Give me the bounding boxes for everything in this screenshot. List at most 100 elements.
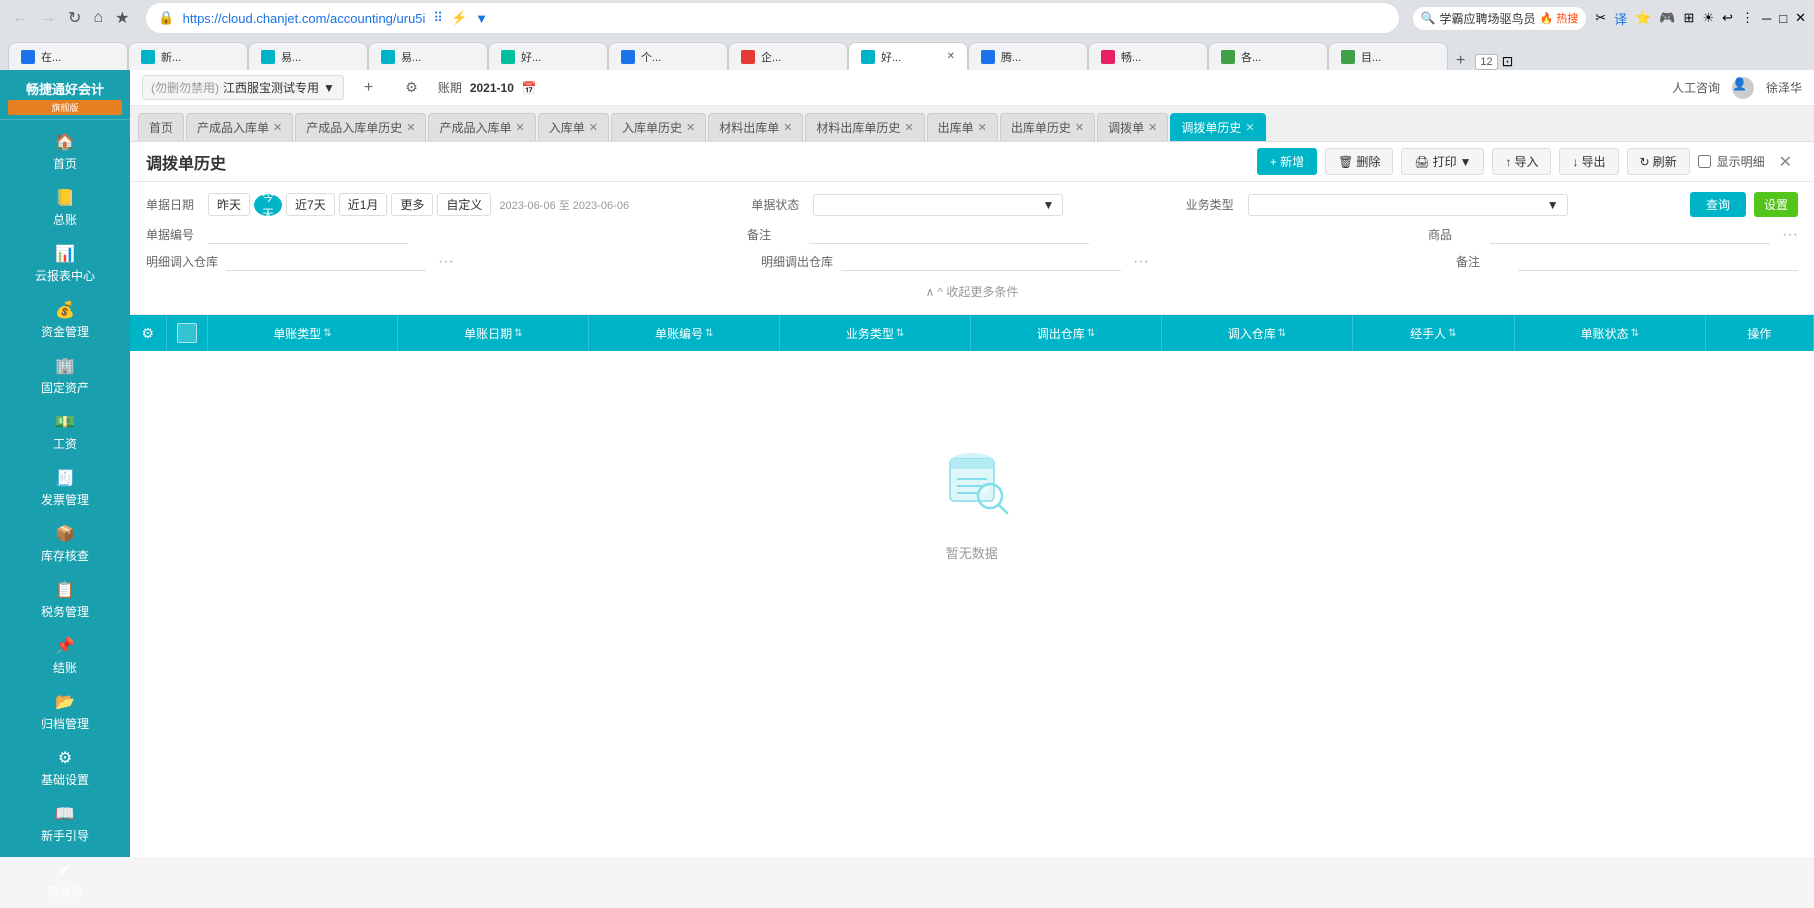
sidebar-item-ledger[interactable]: 📒 总账: [0, 180, 130, 236]
page-tab-in[interactable]: 入库单 ✕: [538, 113, 609, 141]
from-warehouse-more-btn[interactable]: ···: [438, 253, 454, 271]
sidebar-item-member[interactable]: ✔ 畅会员: [0, 852, 130, 908]
doc-num-input[interactable]: [208, 225, 408, 244]
maximize-button[interactable]: □: [1779, 11, 1787, 26]
table-th-doc-status[interactable]: 单账状态 ⇅: [1514, 315, 1705, 351]
sidebar-item-archive[interactable]: 📂 归档管理: [0, 684, 130, 740]
sidebar-item-funds[interactable]: 💰 资金管理: [0, 292, 130, 348]
page-tab-out-hist[interactable]: 出库单历史 ✕: [1000, 113, 1095, 141]
display-cols-checkbox[interactable]: [1698, 155, 1711, 168]
table-th-doc-num[interactable]: 单账编号 ⇅: [589, 315, 780, 351]
yesterday-btn[interactable]: 昨天: [208, 193, 250, 216]
goods-input[interactable]: [1490, 225, 1770, 244]
topbar-settings-button[interactable]: ⚙: [393, 75, 430, 100]
page-tab-mat-out-close[interactable]: ✕: [783, 121, 792, 134]
biz-type-select[interactable]: ▼: [1248, 194, 1568, 216]
browser-tab-11[interactable]: 各...: [1208, 42, 1328, 70]
page-tab-product-in-close[interactable]: ✕: [273, 121, 282, 134]
browser-tab-10[interactable]: 畅...: [1088, 42, 1208, 70]
page-tab-home[interactable]: 首页: [138, 113, 184, 141]
page-tab-product-in[interactable]: 产成品入库单 ✕: [186, 113, 293, 141]
table-th-gear[interactable]: ⚙: [130, 315, 166, 351]
print-button[interactable]: 🖨 打印 ▼: [1401, 148, 1484, 175]
browser-tab-4[interactable]: 易...: [368, 42, 488, 70]
today-btn[interactable]: 今天: [254, 194, 282, 216]
refresh-button[interactable]: ↻ 刷新: [1627, 148, 1690, 175]
reload-button[interactable]: ↻: [64, 4, 85, 32]
browser-tab-1[interactable]: 在...: [8, 42, 128, 70]
tab-manager-icon[interactable]: ⊡: [1502, 53, 1514, 70]
table-th-out-warehouse[interactable]: 调出仓库 ⇅: [971, 315, 1162, 351]
table-th-doc-date[interactable]: 单账日期 ⇅: [398, 315, 589, 351]
browser-tab-6[interactable]: 个...: [608, 42, 728, 70]
sidebar-item-inventory[interactable]: 📦 库存核查: [0, 516, 130, 572]
table-gear-icon[interactable]: ⚙: [141, 325, 154, 341]
close-window-button[interactable]: ✕: [1795, 10, 1806, 26]
calendar-icon[interactable]: 📅: [522, 81, 537, 95]
table-th-checkbox[interactable]: [166, 315, 207, 351]
page-tab-in-close[interactable]: ✕: [589, 121, 598, 134]
setting-button[interactable]: 设置: [1754, 192, 1798, 217]
page-tab-in-hist-close[interactable]: ✕: [686, 121, 695, 134]
table-th-doc-type[interactable]: 单账类型 ⇅: [207, 315, 398, 351]
import-button[interactable]: ↑ 导入: [1492, 148, 1551, 175]
page-tab-out-hist-close[interactable]: ✕: [1075, 121, 1084, 134]
browser-tab-8[interactable]: 好... ✕: [848, 42, 968, 70]
page-tab-out[interactable]: 出库单 ✕: [927, 113, 998, 141]
to-warehouse-more-btn[interactable]: ···: [1133, 253, 1149, 271]
table-th-in-warehouse[interactable]: 调入仓库 ⇅: [1161, 315, 1352, 351]
collapse-button[interactable]: ∧ ^ 收起更多条件: [926, 283, 1019, 300]
page-tab-product-in2[interactable]: 产成品入库单 ✕: [428, 113, 535, 141]
page-tab-transfer[interactable]: 调拨单 ✕: [1097, 113, 1168, 141]
search-bar[interactable]: 🔍 学霸应聘场驱鸟员 🔥 热搜: [1412, 6, 1588, 31]
more-btn[interactable]: 更多: [391, 193, 433, 216]
back-button[interactable]: ←: [8, 5, 32, 31]
close-page-button[interactable]: ✕: [1773, 152, 1798, 172]
page-tab-product-in-hist[interactable]: 产成品入库单历史 ✕: [295, 113, 426, 141]
goods-more-btn[interactable]: ···: [1782, 226, 1798, 244]
table-th-biz-type[interactable]: 业务类型 ⇅: [780, 315, 971, 351]
browser-tab-7[interactable]: 企...: [728, 42, 848, 70]
minimize-button[interactable]: ─: [1762, 11, 1771, 26]
browser-tab-12[interactable]: 目...: [1328, 42, 1448, 70]
page-tab-mat-out[interactable]: 材料出库单 ✕: [708, 113, 803, 141]
company-selector[interactable]: (勿删勿禁用) 江西服宝测试专用 ▼: [142, 75, 344, 100]
page-tab-product-in-hist-close[interactable]: ✕: [406, 121, 415, 134]
page-tab-transfer-hist-close[interactable]: ✕: [1245, 121, 1254, 134]
custom-btn[interactable]: 自定义: [437, 193, 491, 216]
page-tab-transfer-close[interactable]: ✕: [1148, 121, 1157, 134]
sidebar-item-assets[interactable]: 🏢 固定资产: [0, 348, 130, 404]
page-tab-product-in2-close[interactable]: ✕: [516, 121, 525, 134]
new-tab-button[interactable]: +: [1448, 52, 1473, 70]
7days-btn[interactable]: 近7天: [286, 193, 335, 216]
display-cols-toggle[interactable]: 显示明细: [1698, 153, 1765, 170]
sidebar-item-home[interactable]: 🏠 首页: [0, 124, 130, 180]
sidebar-item-closing[interactable]: 📌 结账: [0, 628, 130, 684]
table-header-checkbox[interactable]: [177, 323, 197, 343]
browser-tab-2[interactable]: 新...: [128, 42, 248, 70]
browser-tab-5[interactable]: 好...: [488, 42, 608, 70]
remark-input[interactable]: [809, 225, 1089, 244]
new-button[interactable]: + 新增: [1257, 148, 1317, 175]
forward-button[interactable]: →: [36, 5, 60, 31]
remarks2-input[interactable]: [1518, 252, 1798, 271]
table-th-handler[interactable]: 经手人 ⇅: [1352, 315, 1514, 351]
star-button[interactable]: ★: [111, 4, 133, 32]
search-button[interactable]: 查询: [1690, 192, 1746, 217]
1month-btn[interactable]: 近1月: [339, 193, 388, 216]
doc-status-select[interactable]: ▼: [813, 194, 1063, 216]
sidebar-item-settings[interactable]: ⚙ 基础设置: [0, 740, 130, 796]
export-button[interactable]: ↓ 导出: [1559, 148, 1618, 175]
to-warehouse-input[interactable]: [841, 252, 1121, 271]
sidebar-item-tax[interactable]: 📋 税务管理: [0, 572, 130, 628]
address-bar[interactable]: 🔒 https://cloud.chanjet.com/accounting/u…: [145, 2, 1399, 34]
sidebar-item-guide[interactable]: 📖 新手引导: [0, 796, 130, 852]
sidebar-item-wages[interactable]: 💵 工资: [0, 404, 130, 460]
add-company-button[interactable]: +: [352, 75, 385, 101]
delete-button[interactable]: 🗑 删除: [1325, 148, 1393, 175]
sidebar-item-invoices[interactable]: 🧾 发票管理: [0, 460, 130, 516]
browser-tab-8-close[interactable]: ✕: [947, 51, 955, 62]
page-tab-out-close[interactable]: ✕: [978, 121, 987, 134]
browser-tab-3[interactable]: 易...: [248, 42, 368, 70]
page-tab-in-hist[interactable]: 入库单历史 ✕: [611, 113, 706, 141]
